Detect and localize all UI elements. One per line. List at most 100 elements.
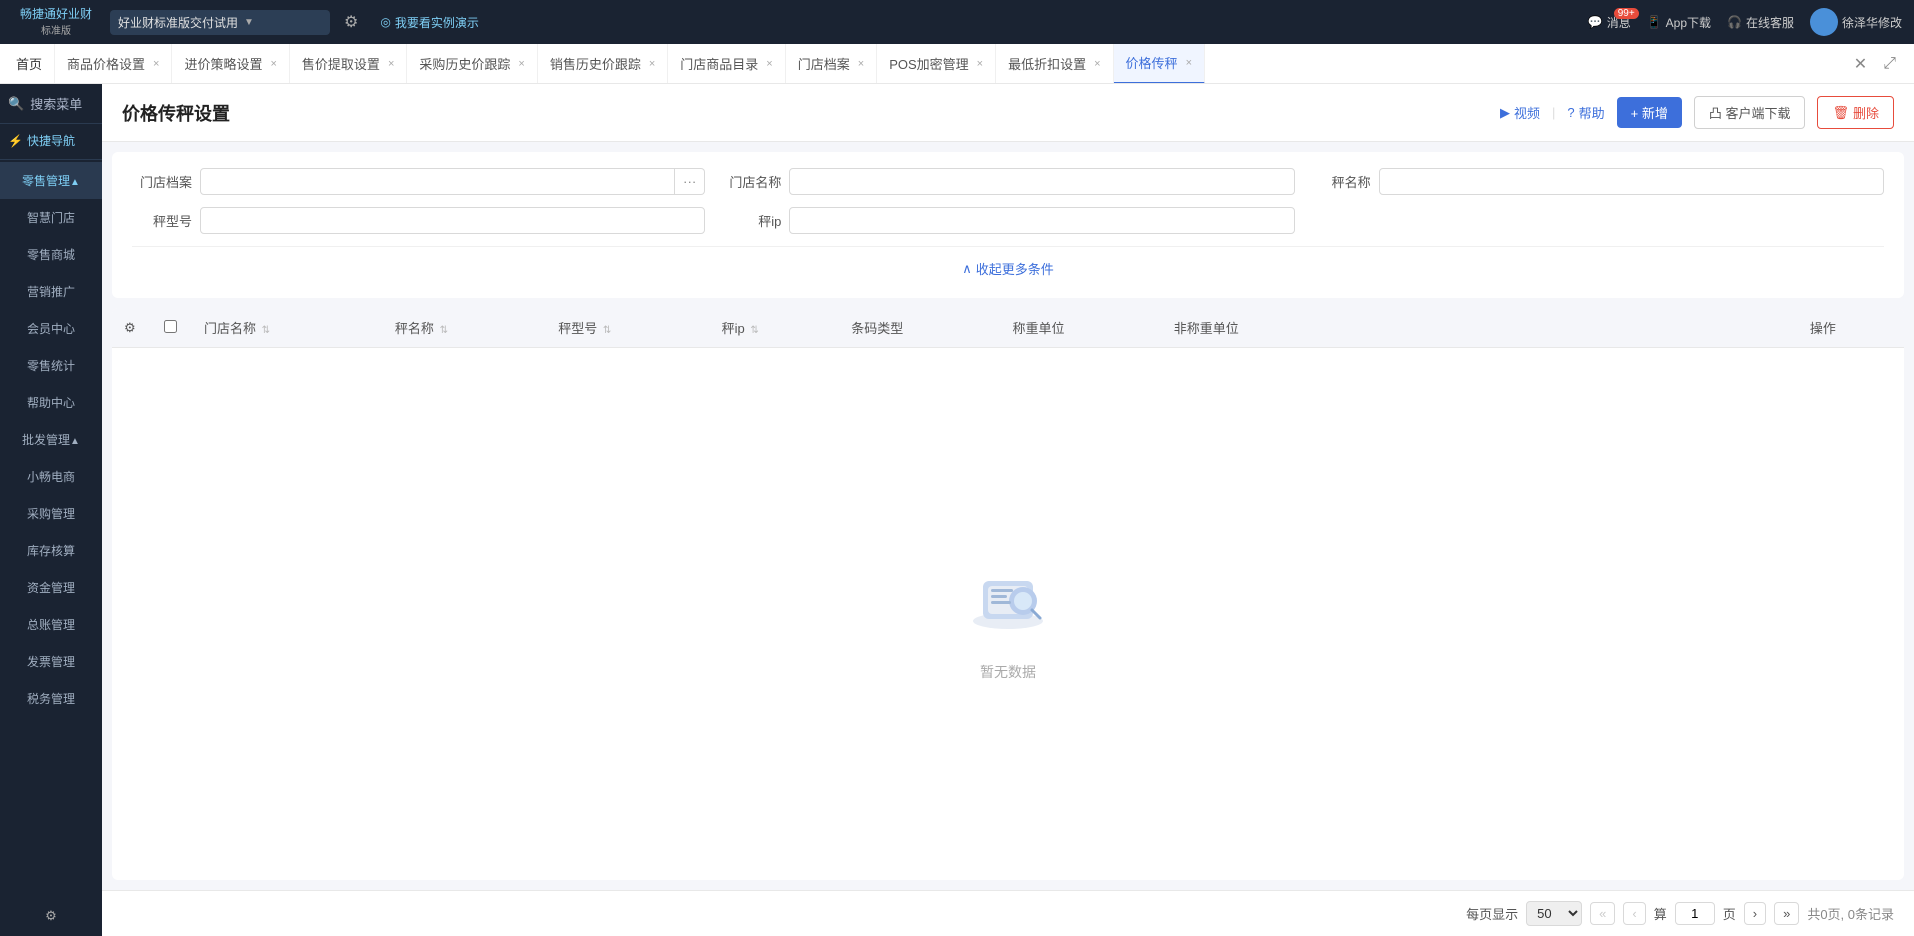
settings-icon[interactable]: ⚙ bbox=[340, 8, 362, 36]
last-page-btn[interactable]: » bbox=[1774, 902, 1799, 925]
first-page-btn[interactable]: « bbox=[1590, 902, 1615, 925]
col-operation: 操作 bbox=[1798, 308, 1904, 348]
tab-store-catalog[interactable]: 门店商品目录× bbox=[668, 44, 785, 84]
sidebar-item-retail-mgmt[interactable]: 零售管理▲ bbox=[0, 162, 102, 199]
store-name-label: 门店名称 bbox=[721, 172, 781, 191]
sort-scale-model-icon[interactable]: ⇅ bbox=[603, 325, 611, 336]
sidebar-divider-top bbox=[0, 159, 102, 160]
tab-close-store-archive[interactable]: × bbox=[858, 58, 864, 70]
scale-name-input[interactable] bbox=[1379, 168, 1884, 195]
add-button[interactable]: + 新增 bbox=[1617, 97, 1682, 128]
filter-scale-model: 秤型号 bbox=[132, 207, 705, 234]
filter-scale-ip: 秤ip bbox=[721, 207, 1294, 234]
col-non-weight-unit: 非称重单位 bbox=[1162, 308, 1798, 348]
col-store-name-label: 门店名称 bbox=[204, 321, 256, 336]
collapse-btn[interactable]: ∧ 收起更多条件 bbox=[132, 255, 1884, 282]
user-area[interactable]: 徐泽华修改 bbox=[1810, 8, 1902, 36]
video-link[interactable]: ▶ 视频 bbox=[1500, 103, 1540, 122]
next-page-btn[interactable]: › bbox=[1744, 902, 1766, 925]
notifications-btn[interactable]: 💬 消息 99+ bbox=[1588, 14, 1631, 31]
sidebar-item-retail-stats[interactable]: 零售统计 bbox=[0, 347, 102, 384]
table-settings-icon[interactable]: ⚙ bbox=[124, 320, 136, 335]
tab-close-purchase-strategy[interactable]: × bbox=[270, 58, 276, 70]
sidebar-item-purchase[interactable]: 采购管理 bbox=[0, 495, 102, 532]
sort-scale-name-icon[interactable]: ⇅ bbox=[440, 325, 448, 336]
empty-text: 暂无数据 bbox=[980, 662, 1036, 682]
download-button[interactable]: 凸 客户端下载 bbox=[1694, 96, 1806, 129]
sidebar-item-smart-store[interactable]: 智慧门店 bbox=[0, 199, 102, 236]
tab-min-discount[interactable]: 最低折扣设置× bbox=[996, 44, 1113, 84]
empty-state: 暂无数据 bbox=[112, 348, 1904, 880]
sidebar-item-marketing[interactable]: 营销推广 bbox=[0, 273, 102, 310]
sidebar-item-member[interactable]: 会员中心 bbox=[0, 310, 102, 347]
store-archive-input-group: ··· bbox=[200, 168, 705, 195]
store-archive-dots-btn[interactable]: ··· bbox=[675, 168, 705, 195]
sidebar-item-retail-mall[interactable]: 零售商城 bbox=[0, 236, 102, 273]
video-link-label: 视频 bbox=[1514, 103, 1540, 122]
notifications-badge: 99+ bbox=[1614, 8, 1639, 19]
tab-close-sale-history[interactable]: × bbox=[649, 58, 655, 70]
sidebar-item-inventory[interactable]: 库存核算 bbox=[0, 532, 102, 569]
sidebar-item-tax[interactable]: 税务管理 bbox=[0, 680, 102, 717]
page-prefix: 算 bbox=[1654, 904, 1667, 923]
tab-close-min-discount[interactable]: × bbox=[1094, 58, 1100, 70]
tab-price-transmit[interactable]: 价格传秤× bbox=[1114, 44, 1205, 84]
scale-model-input[interactable] bbox=[200, 207, 705, 234]
filter-row-1: 门店档案 ··· 门店名称 秤名称 bbox=[132, 168, 1884, 195]
tab-close-price-setting[interactable]: × bbox=[153, 58, 159, 70]
tab-sale-history[interactable]: 销售历史价跟踪× bbox=[538, 44, 668, 84]
tab-sale-extract[interactable]: 售价提取设置× bbox=[290, 44, 407, 84]
col-settings: ⚙ bbox=[112, 308, 152, 348]
version-selector[interactable]: 好业财标准版交付试用 ▼ bbox=[110, 10, 330, 35]
app-download-btn[interactable]: 📱 App下载 bbox=[1647, 14, 1711, 31]
logo-area: 畅捷通好业财 标准版 bbox=[12, 7, 100, 36]
online-service-btn[interactable]: 🎧 在线客服 bbox=[1727, 14, 1794, 31]
demo-link[interactable]: ◎ 我要看实例演示 bbox=[380, 14, 479, 31]
col-barcode-type-label: 条码类型 bbox=[851, 321, 903, 336]
headset-icon: 🎧 bbox=[1727, 15, 1742, 29]
select-all-checkbox[interactable] bbox=[164, 320, 177, 333]
help-link[interactable]: ? 帮助 bbox=[1567, 103, 1604, 122]
tab-pos-management[interactable]: POS加密管理× bbox=[877, 44, 996, 84]
store-archive-input[interactable] bbox=[200, 168, 675, 195]
tab-home[interactable]: 首页 bbox=[4, 44, 55, 84]
delete-button[interactable]: 🗑 删除 bbox=[1817, 96, 1894, 129]
username: 徐泽华修改 bbox=[1842, 14, 1902, 31]
sidebar-search[interactable]: 🔍 搜索菜单 bbox=[0, 84, 102, 124]
per-page-select[interactable]: 50 10 20 100 bbox=[1526, 901, 1582, 926]
sidebar-gear-btn[interactable]: ⚙ bbox=[0, 896, 102, 936]
sidebar-item-help[interactable]: 帮助中心 bbox=[0, 384, 102, 421]
tab-store-archive[interactable]: 门店档案× bbox=[786, 44, 877, 84]
tab-close-price-transmit[interactable]: × bbox=[1186, 57, 1192, 69]
sidebar-item-finance[interactable]: 资金管理 bbox=[0, 569, 102, 606]
tab-purchase-history[interactable]: 采购历史价跟踪× bbox=[407, 44, 537, 84]
tab-close-sale-extract[interactable]: × bbox=[388, 58, 394, 70]
sidebar-item-xiaojiang[interactable]: 小畅电商 bbox=[0, 458, 102, 495]
sidebar-search-label: 搜索菜单 bbox=[30, 94, 82, 113]
sidebar-quick-label: 快捷导航 bbox=[27, 132, 75, 149]
sort-scale-ip-icon[interactable]: ⇅ bbox=[750, 325, 758, 336]
col-scale-name: 秤名称 ⇅ bbox=[383, 308, 546, 348]
tab-purchase-strategy[interactable]: 进价策略设置× bbox=[172, 44, 289, 84]
maximize-tab-btn[interactable]: ⤢ bbox=[1877, 53, 1902, 75]
store-name-input[interactable] bbox=[789, 168, 1294, 195]
sort-store-name-icon[interactable]: ⇅ bbox=[262, 325, 270, 336]
tab-close-purchase-history[interactable]: × bbox=[518, 58, 524, 70]
col-barcode-type: 条码类型 bbox=[839, 308, 1000, 348]
chevron-down-icon: ▼ bbox=[244, 17, 254, 28]
tab-close-store-catalog[interactable]: × bbox=[766, 58, 772, 70]
filter-store-name: 门店名称 bbox=[721, 168, 1294, 195]
sidebar-item-wholesale[interactable]: 批发管理▲ bbox=[0, 421, 102, 458]
sidebar-item-general-ledger[interactable]: 总账管理 bbox=[0, 606, 102, 643]
close-tab-btn[interactable]: ✕ bbox=[1848, 52, 1873, 76]
tab-close-pos-management[interactable]: × bbox=[977, 58, 983, 70]
sidebar-item-invoice[interactable]: 发票管理 bbox=[0, 643, 102, 680]
quick-nav-icon: ⚡ bbox=[8, 134, 23, 148]
tab-price-setting[interactable]: 商品价格设置× bbox=[55, 44, 172, 84]
sidebar-quick-nav[interactable]: ⚡ 快捷导航 bbox=[0, 124, 102, 157]
scale-ip-input[interactable] bbox=[789, 207, 1294, 234]
page-suffix: 页 bbox=[1723, 904, 1736, 923]
prev-page-btn[interactable]: ‹ bbox=[1623, 902, 1645, 925]
page-actions: ▶ 视频 | ? 帮助 + 新增 凸 客户端下载 🗑 删除 bbox=[1500, 96, 1894, 129]
current-page-input[interactable] bbox=[1675, 902, 1715, 925]
